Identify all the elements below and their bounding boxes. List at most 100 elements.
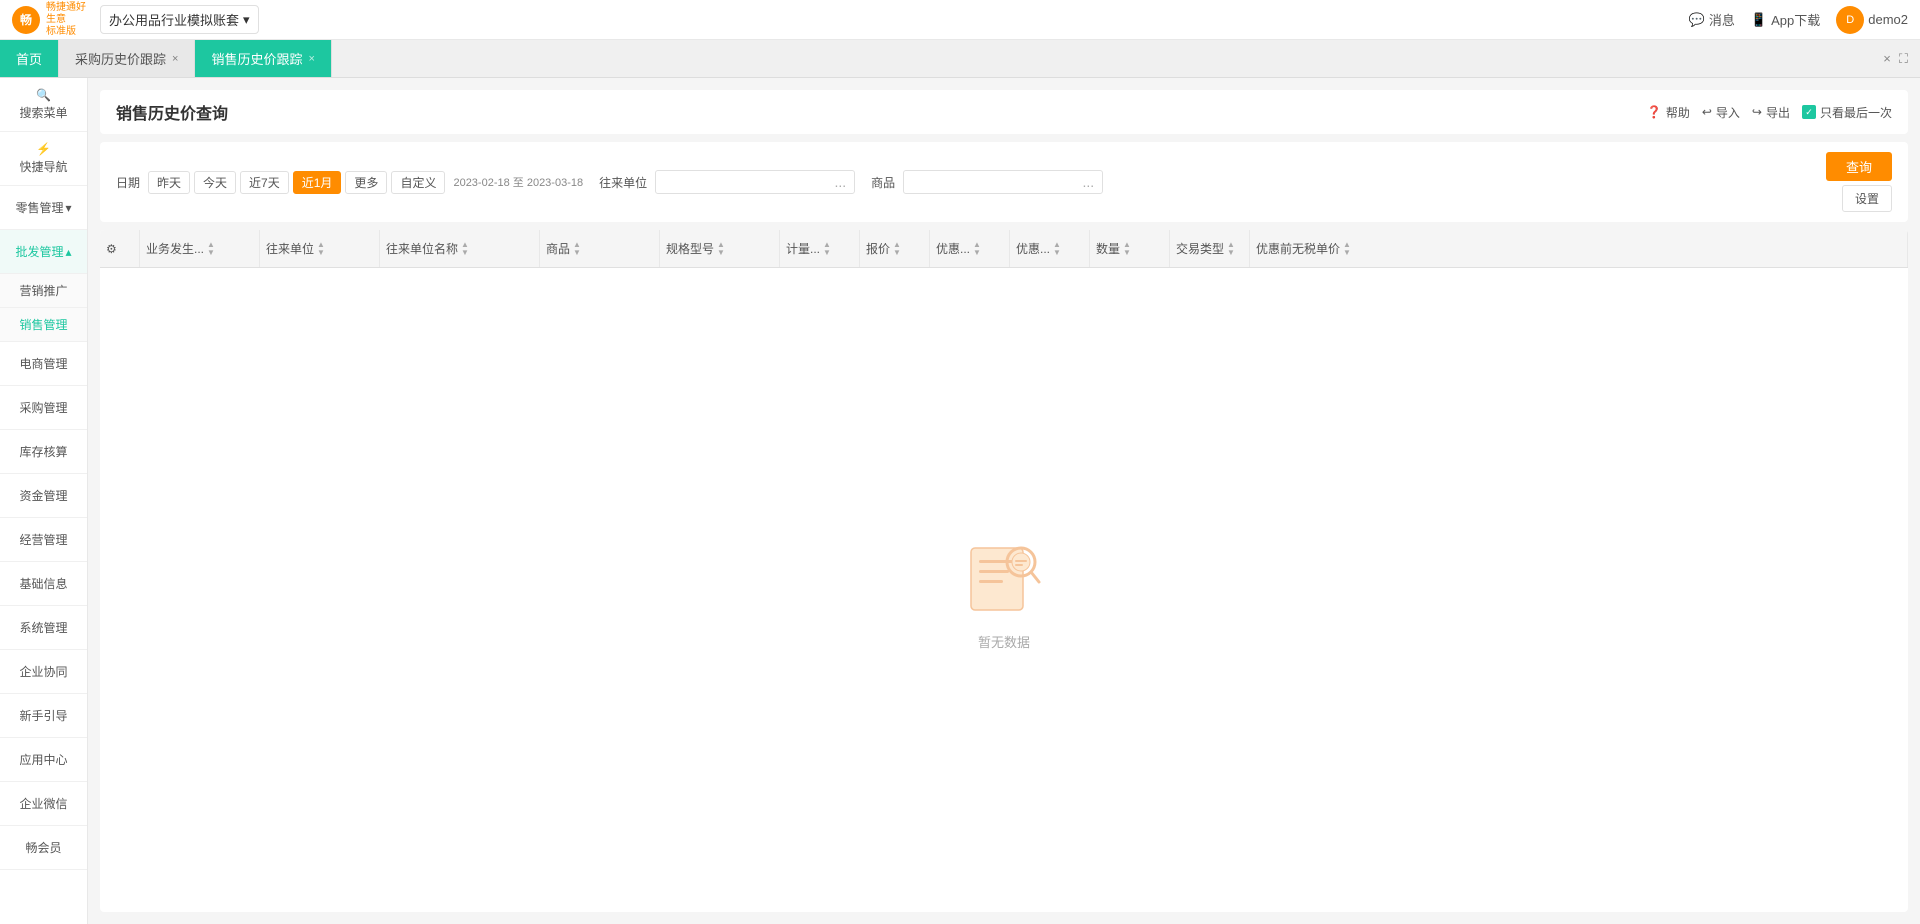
chevron-down-icon: ▾ (65, 201, 71, 215)
empty-text: 暂无数据 (978, 632, 1030, 651)
date-btn-custom[interactable]: 自定义 (391, 171, 445, 194)
sidebar-item-new-guide[interactable]: 新手引导 (0, 694, 87, 738)
sidebar-item-enterprise-wechat[interactable]: 企业微信 (0, 782, 87, 826)
th-spec[interactable]: 规格型号 ▲▼ (660, 230, 780, 267)
account-selector[interactable]: 办公用品行业模拟账套 ▾ (100, 5, 259, 34)
product-filter-group: 商品 ... (871, 170, 1103, 194)
sidebar-item-member[interactable]: 畅会员 (0, 826, 87, 870)
th-discount-rate[interactable]: 优惠... ▲▼ (930, 230, 1010, 267)
th-settings[interactable]: ⚙ (100, 230, 140, 267)
sidebar-item-quick-nav[interactable]: ⚡ 快捷导航 (0, 132, 87, 186)
th-partner-code[interactable]: 往来单位 ▲▼ (260, 230, 380, 267)
sidebar-item-sales-mgmt[interactable]: 销售管理 (0, 308, 87, 342)
logo-area: 畅 畅捷通好生意 标准版 (12, 2, 92, 38)
date-btn-today[interactable]: 今天 (194, 171, 236, 194)
sidebar-item-retail-mgmt[interactable]: 零售管理 ▾ (0, 186, 87, 230)
sidebar-item-enterprise[interactable]: 企业协同 (0, 650, 87, 694)
partner-input-field[interactable] (664, 175, 830, 189)
partner-input[interactable]: ... (655, 170, 855, 194)
app-download-btn[interactable]: 📱 App下载 (1751, 10, 1820, 29)
settings-button[interactable]: 设置 (1842, 185, 1892, 212)
date-range: 2023-02-18 至 2023-03-18 (453, 174, 583, 190)
app-icon: 📱 (1751, 12, 1767, 28)
sidebar-item-wholesale-mgmt[interactable]: 批发管理 ▴ (0, 230, 87, 274)
export-btn[interactable]: ↪ 导出 (1752, 104, 1790, 121)
empty-svg-icon (959, 530, 1049, 620)
date-btn-more[interactable]: 更多 (345, 171, 387, 194)
sort-icon: ▲▼ (1227, 241, 1235, 257)
message-btn[interactable]: 💬 消息 (1689, 10, 1735, 29)
th-pretax-price[interactable]: 优惠前无税单价 ▲▼ (1250, 230, 1908, 267)
sidebar-item-sys-mgmt[interactable]: 系统管理 (0, 606, 87, 650)
sidebar-item-ops-mgmt[interactable]: 经营管理 (0, 518, 87, 562)
content-area: 销售历史价查询 ❓ 帮助 ↩ 导入 ↪ 导出 ✓ 只看最后一次 (88, 78, 1920, 924)
top-header: 畅 畅捷通好生意 标准版 办公用品行业模拟账套 ▾ 💬 消息 📱 App下载 D… (0, 0, 1920, 40)
message-icon: 💬 (1689, 12, 1705, 28)
th-quantity[interactable]: 数量 ▲▼ (1090, 230, 1170, 267)
table-body: 暂无数据 (100, 268, 1908, 912)
close-purchase-tab[interactable]: × (172, 53, 178, 65)
date-btn-1month[interactable]: 近1月 (293, 171, 342, 194)
sidebar-item-search-menu[interactable]: 🔍 搜索菜单 (0, 78, 87, 132)
page-actions: ❓ 帮助 ↩ 导入 ↪ 导出 ✓ 只看最后一次 (1647, 104, 1892, 121)
th-partner-name[interactable]: 往来单位名称 ▲▼ (380, 230, 540, 267)
import-icon: ↩ (1702, 105, 1712, 119)
tab-home[interactable]: 首页 (0, 40, 59, 77)
main-layout: 🔍 搜索菜单 ⚡ 快捷导航 零售管理 ▾ 批发管理 ▴ 营销推广 销售管理 电商… (0, 78, 1920, 924)
th-biz-date[interactable]: 业务发生... ▲▼ (140, 230, 260, 267)
sidebar-item-finance-mgmt[interactable]: 资金管理 (0, 474, 87, 518)
sort-icon: ▲▼ (893, 241, 901, 257)
filter-bar: 日期 昨天 今天 近7天 近1月 更多 自定义 2023-02-18 至 202… (100, 142, 1908, 222)
sidebar: 🔍 搜索菜单 ⚡ 快捷导航 零售管理 ▾ 批发管理 ▴ 营销推广 销售管理 电商… (0, 78, 88, 924)
th-trade-type[interactable]: 交易类型 ▲▼ (1170, 230, 1250, 267)
product-input[interactable]: ... (903, 170, 1103, 194)
sidebar-item-basic-info[interactable]: 基础信息 (0, 562, 87, 606)
sort-icon: ▲▼ (1343, 241, 1351, 257)
th-unit[interactable]: 计量... ▲▼ (780, 230, 860, 267)
maximize-btn[interactable]: ⛶ (1899, 51, 1908, 67)
date-btn-7days[interactable]: 近7天 (240, 171, 289, 194)
logo-icon: 畅 (12, 6, 40, 34)
sidebar-item-inventory[interactable]: 库存核算 (0, 430, 87, 474)
close-sales-tab[interactable]: × (308, 53, 314, 65)
sidebar-item-ecom-mgmt[interactable]: 电商管理 (0, 342, 87, 386)
partner-picker-btn[interactable]: ... (834, 174, 846, 190)
sort-icon: ▲▼ (717, 241, 725, 257)
import-btn[interactable]: ↩ 导入 (1702, 104, 1740, 121)
query-button[interactable]: 查询 (1826, 152, 1892, 181)
product-label: 商品 (871, 174, 895, 191)
tab-purchase-history[interactable]: 采购历史价跟踪 × (59, 40, 195, 77)
help-btn[interactable]: ❓ 帮助 (1647, 104, 1690, 121)
date-btn-yesterday[interactable]: 昨天 (148, 171, 190, 194)
tab-bar: 首页 采购历史价跟踪 × 销售历史价跟踪 × × ⛶ (0, 40, 1920, 78)
sidebar-item-marketing[interactable]: 营销推广 (0, 274, 87, 308)
product-picker-btn[interactable]: ... (1082, 174, 1094, 190)
sidebar-item-purchase-mgmt[interactable]: 采购管理 (0, 386, 87, 430)
th-product[interactable]: 商品 ▲▼ (540, 230, 660, 267)
filter-right: 查询 设置 (1826, 152, 1892, 212)
export-icon: ↪ (1752, 105, 1762, 119)
tab-sales-history[interactable]: 销售历史价跟踪 × (195, 40, 331, 77)
tab-bar-actions: × ⛶ (1871, 40, 1920, 77)
date-buttons: 昨天 今天 近7天 近1月 更多 自定义 (148, 171, 445, 194)
logo-text: 畅捷通好生意 标准版 (46, 2, 92, 38)
sort-icon: ▲▼ (1053, 241, 1061, 257)
help-icon: ❓ (1647, 105, 1662, 119)
close-all-tabs[interactable]: × (1883, 51, 1891, 66)
date-label: 日期 (116, 174, 140, 191)
page-title: 销售历史价查询 (116, 100, 228, 124)
partner-label: 往来单位 (599, 174, 647, 191)
th-quote-price[interactable]: 报价 ▲▼ (860, 230, 930, 267)
only-last-checkbox[interactable]: ✓ 只看最后一次 (1802, 104, 1892, 121)
table-container: ⚙ 业务发生... ▲▼ 往来单位 ▲▼ 往来单位名称 ▲▼ 商品 ▲▼ (100, 230, 1908, 912)
sort-icon: ▲▼ (573, 241, 581, 257)
sidebar-item-app-center[interactable]: 应用中心 (0, 738, 87, 782)
user-menu[interactable]: D demo2 (1836, 6, 1908, 34)
page-header: 销售历史价查询 ❓ 帮助 ↩ 导入 ↪ 导出 ✓ 只看最后一次 (100, 90, 1908, 134)
th-discount-amt[interactable]: 优惠... ▲▼ (1010, 230, 1090, 267)
partner-filter-group: 往来单位 ... (599, 170, 855, 194)
sort-icon: ▲▼ (317, 241, 325, 257)
avatar: D (1836, 6, 1864, 34)
product-input-field[interactable] (912, 175, 1078, 189)
header-right: 💬 消息 📱 App下载 D demo2 (1689, 6, 1908, 34)
